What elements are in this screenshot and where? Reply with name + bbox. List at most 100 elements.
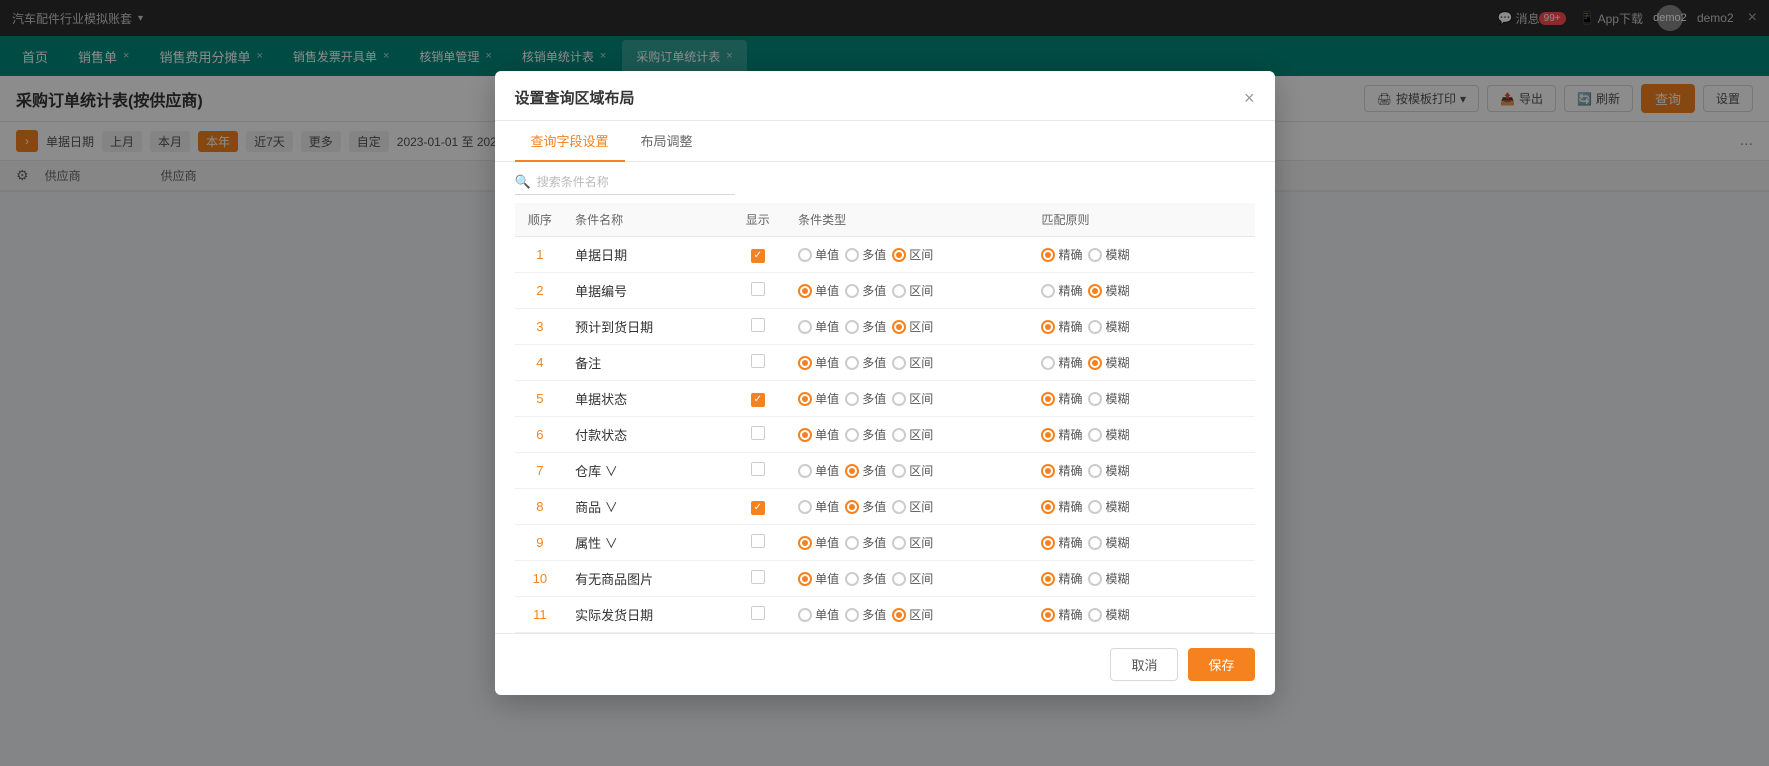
match-radio-group: 精确 模糊 — [1041, 534, 1244, 551]
type-radio-多值-2[interactable]: 多值 — [845, 282, 886, 299]
match-radio-模糊-7[interactable]: 模糊 — [1088, 462, 1129, 479]
type-radio-多值-5[interactable]: 多值 — [845, 390, 886, 407]
type-radio-单值-5[interactable]: 单值 — [798, 390, 839, 407]
match-radio-精确-2[interactable]: 精确 — [1041, 282, 1082, 299]
th-show: 显示 — [727, 203, 788, 237]
match-radio-精确-3[interactable]: 精确 — [1041, 318, 1082, 335]
show-checkbox-3[interactable] — [751, 318, 765, 332]
type-radio-单值-6[interactable]: 单值 — [798, 426, 839, 443]
type-radio-区间-1[interactable]: 区间 — [892, 246, 933, 263]
modal-table: 顺序 条件名称 显示 条件类型 匹配原则 1单据日期 单值 多值 区间 精确 — [495, 203, 1275, 633]
match-radio-group: 精确 模糊 — [1041, 282, 1244, 299]
type-radio-单值-9[interactable]: 单值 — [798, 534, 839, 551]
modal-overlay: 设置查询区域布局 × 查询字段设置 布局调整 🔍 顺序 — [0, 0, 1769, 766]
show-checkbox-2[interactable] — [751, 282, 765, 296]
match-radio-模糊-10[interactable]: 模糊 — [1088, 570, 1129, 587]
match-radio-精确-5[interactable]: 精确 — [1041, 390, 1082, 407]
radio-circle — [798, 464, 812, 478]
type-radio-区间-4[interactable]: 区间 — [892, 354, 933, 371]
table-row: 3预计到货日期 单值 多值 区间 精确 模糊 — [515, 309, 1255, 345]
modal-close-button[interactable]: × — [1244, 89, 1255, 107]
show-checkbox-8[interactable] — [751, 501, 765, 515]
type-radio-多值-1[interactable]: 多值 — [845, 246, 886, 263]
match-radio-精确-9[interactable]: 精确 — [1041, 534, 1082, 551]
type-radio-区间-6[interactable]: 区间 — [892, 426, 933, 443]
save-button[interactable]: 保存 — [1188, 648, 1254, 681]
type-radio-区间-3[interactable]: 区间 — [892, 318, 933, 335]
type-radio-多值-10[interactable]: 多值 — [845, 570, 886, 587]
match-radio-模糊-9[interactable]: 模糊 — [1088, 534, 1129, 551]
show-checkbox-1[interactable] — [751, 249, 765, 263]
row-order-4: 4 — [536, 355, 543, 370]
type-radio-单值-2[interactable]: 单值 — [798, 282, 839, 299]
th-type: 条件类型 — [788, 203, 1031, 237]
table-row: 5单据状态 单值 多值 区间 精确 模糊 — [515, 381, 1255, 417]
show-checkbox-7[interactable] — [751, 462, 765, 476]
type-radio-区间-7[interactable]: 区间 — [892, 462, 933, 479]
match-radio-精确-11[interactable]: 精确 — [1041, 606, 1082, 623]
radio-circle — [1088, 428, 1102, 442]
type-radio-多值-8[interactable]: 多值 — [845, 498, 886, 515]
match-radio-精确-1[interactable]: 精确 — [1041, 246, 1082, 263]
table-header: 顺序 条件名称 显示 条件类型 匹配原则 — [515, 203, 1255, 237]
type-radio-多值-6[interactable]: 多值 — [845, 426, 886, 443]
type-radio-单值-4[interactable]: 单值 — [798, 354, 839, 371]
modal-header: 设置查询区域布局 × — [495, 71, 1275, 121]
show-checkbox-9[interactable] — [751, 534, 765, 548]
type-radio-多值-3[interactable]: 多值 — [845, 318, 886, 335]
type-radio-单值-11[interactable]: 单值 — [798, 606, 839, 623]
match-radio-模糊-3[interactable]: 模糊 — [1088, 318, 1129, 335]
show-checkbox-5[interactable] — [751, 393, 765, 407]
show-checkbox-11[interactable] — [751, 606, 765, 620]
show-checkbox-6[interactable] — [751, 426, 765, 440]
type-radio-多值-9[interactable]: 多值 — [845, 534, 886, 551]
radio-circle — [845, 248, 859, 262]
match-radio-模糊-6[interactable]: 模糊 — [1088, 426, 1129, 443]
type-radio-区间-10[interactable]: 区间 — [892, 570, 933, 587]
cancel-button[interactable]: 取消 — [1110, 648, 1178, 681]
match-radio-模糊-2[interactable]: 模糊 — [1088, 282, 1129, 299]
type-radio-多值-4[interactable]: 多值 — [845, 354, 886, 371]
radio-circle — [1041, 428, 1055, 442]
type-radio-多值-7[interactable]: 多值 — [845, 462, 886, 479]
row-order-7: 7 — [536, 463, 543, 478]
match-radio-模糊-11[interactable]: 模糊 — [1088, 606, 1129, 623]
match-radio-模糊-8[interactable]: 模糊 — [1088, 498, 1129, 515]
type-radio-区间-9[interactable]: 区间 — [892, 534, 933, 551]
type-radio-group: 单值 多值 区间 — [798, 282, 1021, 299]
type-radio-区间-8[interactable]: 区间 — [892, 498, 933, 515]
type-radio-单值-7[interactable]: 单值 — [798, 462, 839, 479]
match-radio-精确-7[interactable]: 精确 — [1041, 462, 1082, 479]
type-radio-区间-2[interactable]: 区间 — [892, 282, 933, 299]
type-radio-多值-11[interactable]: 多值 — [845, 606, 886, 623]
show-checkbox-4[interactable] — [751, 354, 765, 368]
row-order-6: 6 — [536, 427, 543, 442]
radio-circle — [892, 608, 906, 622]
match-radio-模糊-4[interactable]: 模糊 — [1088, 354, 1129, 371]
search-input[interactable] — [537, 175, 717, 189]
table-row: 11实际发货日期 单值 多值 区间 精确 模糊 — [515, 597, 1255, 633]
match-radio-精确-8[interactable]: 精确 — [1041, 498, 1082, 515]
show-checkbox-10[interactable] — [751, 570, 765, 584]
match-radio-精确-4[interactable]: 精确 — [1041, 354, 1082, 371]
radio-circle — [892, 464, 906, 478]
type-radio-单值-1[interactable]: 单值 — [798, 246, 839, 263]
modal-tab-query[interactable]: 查询字段设置 — [515, 121, 625, 162]
table-row: 4备注 单值 多值 区间 精确 模糊 — [515, 345, 1255, 381]
type-radio-区间-5[interactable]: 区间 — [892, 390, 933, 407]
match-radio-group: 精确 模糊 — [1041, 570, 1244, 587]
type-radio-单值-10[interactable]: 单值 — [798, 570, 839, 587]
modal-footer: 取消 保存 — [495, 633, 1275, 695]
radio-circle — [892, 320, 906, 334]
match-radio-精确-6[interactable]: 精确 — [1041, 426, 1082, 443]
match-radio-模糊-1[interactable]: 模糊 — [1088, 246, 1129, 263]
row-order-5: 5 — [536, 391, 543, 406]
match-radio-模糊-5[interactable]: 模糊 — [1088, 390, 1129, 407]
type-radio-单值-3[interactable]: 单值 — [798, 318, 839, 335]
modal-tab-layout[interactable]: 布局调整 — [625, 121, 709, 162]
match-radio-精确-10[interactable]: 精确 — [1041, 570, 1082, 587]
row-order-3: 3 — [536, 319, 543, 334]
radio-circle — [1041, 248, 1055, 262]
type-radio-区间-11[interactable]: 区间 — [892, 606, 933, 623]
type-radio-单值-8[interactable]: 单值 — [798, 498, 839, 515]
